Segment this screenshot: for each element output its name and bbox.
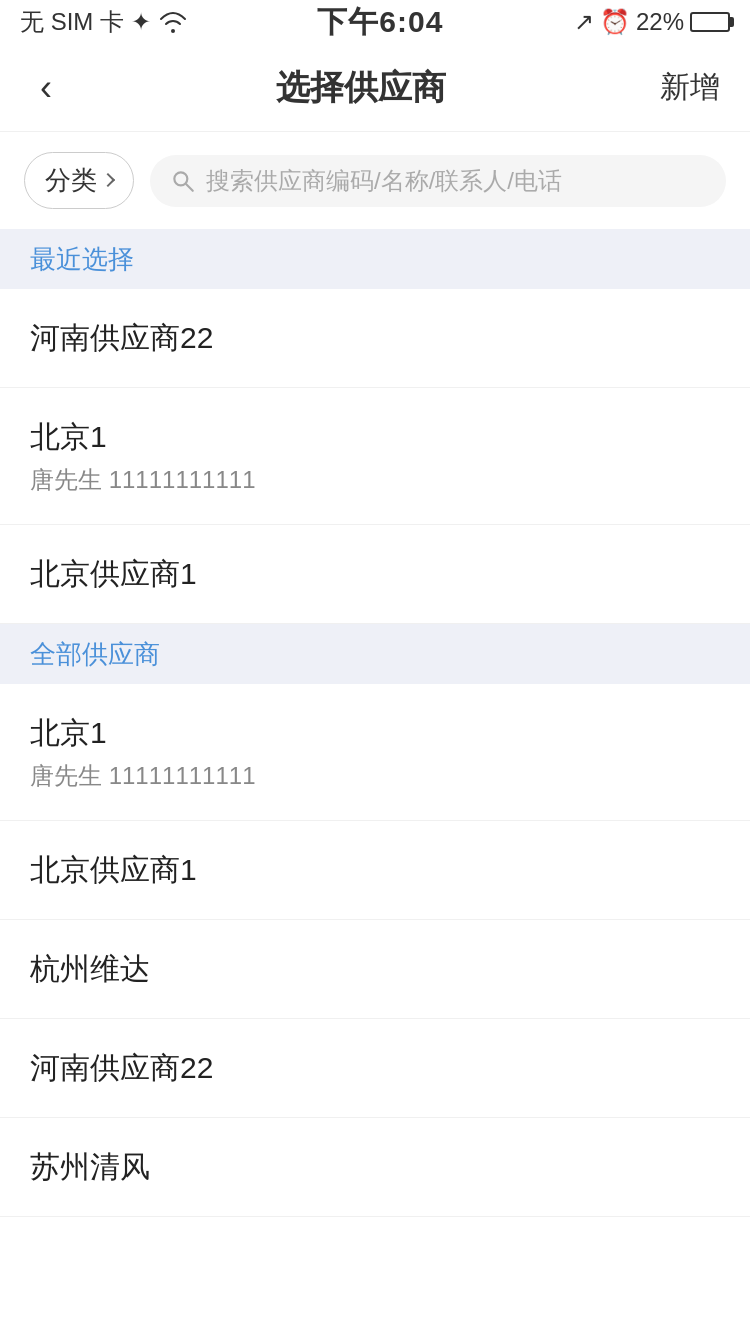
search-placeholder: 搜索供应商编码/名称/联系人/电话 bbox=[206, 165, 562, 197]
supplier-name: 河南供应商22 bbox=[30, 1047, 720, 1089]
supplier-sub: 唐先生 11111111111 bbox=[30, 464, 720, 496]
supplier-name: 河南供应商22 bbox=[30, 317, 720, 359]
supplier-name: 苏州清风 bbox=[30, 1146, 720, 1188]
all-section-header: 全部供应商 bbox=[0, 624, 750, 684]
list-item[interactable]: 北京1 唐先生 11111111111 bbox=[0, 388, 750, 525]
svg-line-1 bbox=[186, 184, 193, 191]
search-icon bbox=[170, 168, 196, 194]
recent-section-header: 最近选择 bbox=[0, 229, 750, 289]
supplier-name: 北京1 bbox=[30, 416, 720, 458]
list-item[interactable]: 北京供应商1 bbox=[0, 525, 750, 624]
wifi-icon bbox=[159, 11, 187, 33]
supplier-name: 北京1 bbox=[30, 712, 720, 754]
add-button[interactable]: 新增 bbox=[660, 67, 720, 108]
svg-point-0 bbox=[174, 172, 187, 185]
battery-percent: 22% bbox=[636, 8, 684, 36]
recent-list: 河南供应商22 北京1 唐先生 11111111111 北京供应商1 bbox=[0, 289, 750, 624]
category-button[interactable]: 分类 bbox=[24, 152, 134, 209]
status-left: 无 SIM 卡 ✦ bbox=[20, 6, 187, 38]
list-item[interactable]: 河南供应商22 bbox=[0, 1019, 750, 1118]
alarm-icon: ⏰ bbox=[600, 8, 630, 36]
status-bar: 无 SIM 卡 ✦ 下午6:04 ↗ ⏰ 22% bbox=[0, 0, 750, 44]
list-item[interactable]: 北京1 唐先生 11111111111 bbox=[0, 684, 750, 821]
nav-bar: ‹ 选择供应商 新增 bbox=[0, 44, 750, 132]
all-list: 北京1 唐先生 11111111111 北京供应商1 杭州维达 河南供应商22 … bbox=[0, 684, 750, 1217]
list-item[interactable]: 北京供应商1 bbox=[0, 821, 750, 920]
recent-section-title: 最近选择 bbox=[30, 242, 134, 277]
status-right: ↗ ⏰ 22% bbox=[574, 8, 730, 36]
list-item[interactable]: 苏州清风 bbox=[0, 1118, 750, 1217]
chevron-right-icon bbox=[101, 172, 115, 186]
supplier-name: 北京供应商1 bbox=[30, 849, 720, 891]
sim-status: 无 SIM 卡 ✦ bbox=[20, 6, 151, 38]
all-section-title: 全部供应商 bbox=[30, 637, 160, 672]
supplier-name: 杭州维达 bbox=[30, 948, 720, 990]
supplier-name: 北京供应商1 bbox=[30, 553, 720, 595]
category-label: 分类 bbox=[45, 163, 97, 198]
status-time: 下午6:04 bbox=[317, 2, 443, 43]
search-input-wrap[interactable]: 搜索供应商编码/名称/联系人/电话 bbox=[150, 155, 726, 207]
list-item[interactable]: 杭州维达 bbox=[0, 920, 750, 1019]
location-icon: ↗ bbox=[574, 8, 594, 36]
back-button[interactable]: ‹ bbox=[30, 57, 62, 119]
supplier-sub: 唐先生 11111111111 bbox=[30, 760, 720, 792]
search-bar: 分类 搜索供应商编码/名称/联系人/电话 bbox=[0, 132, 750, 229]
battery-icon bbox=[690, 12, 730, 32]
page-title: 选择供应商 bbox=[276, 65, 446, 111]
list-item[interactable]: 河南供应商22 bbox=[0, 289, 750, 388]
